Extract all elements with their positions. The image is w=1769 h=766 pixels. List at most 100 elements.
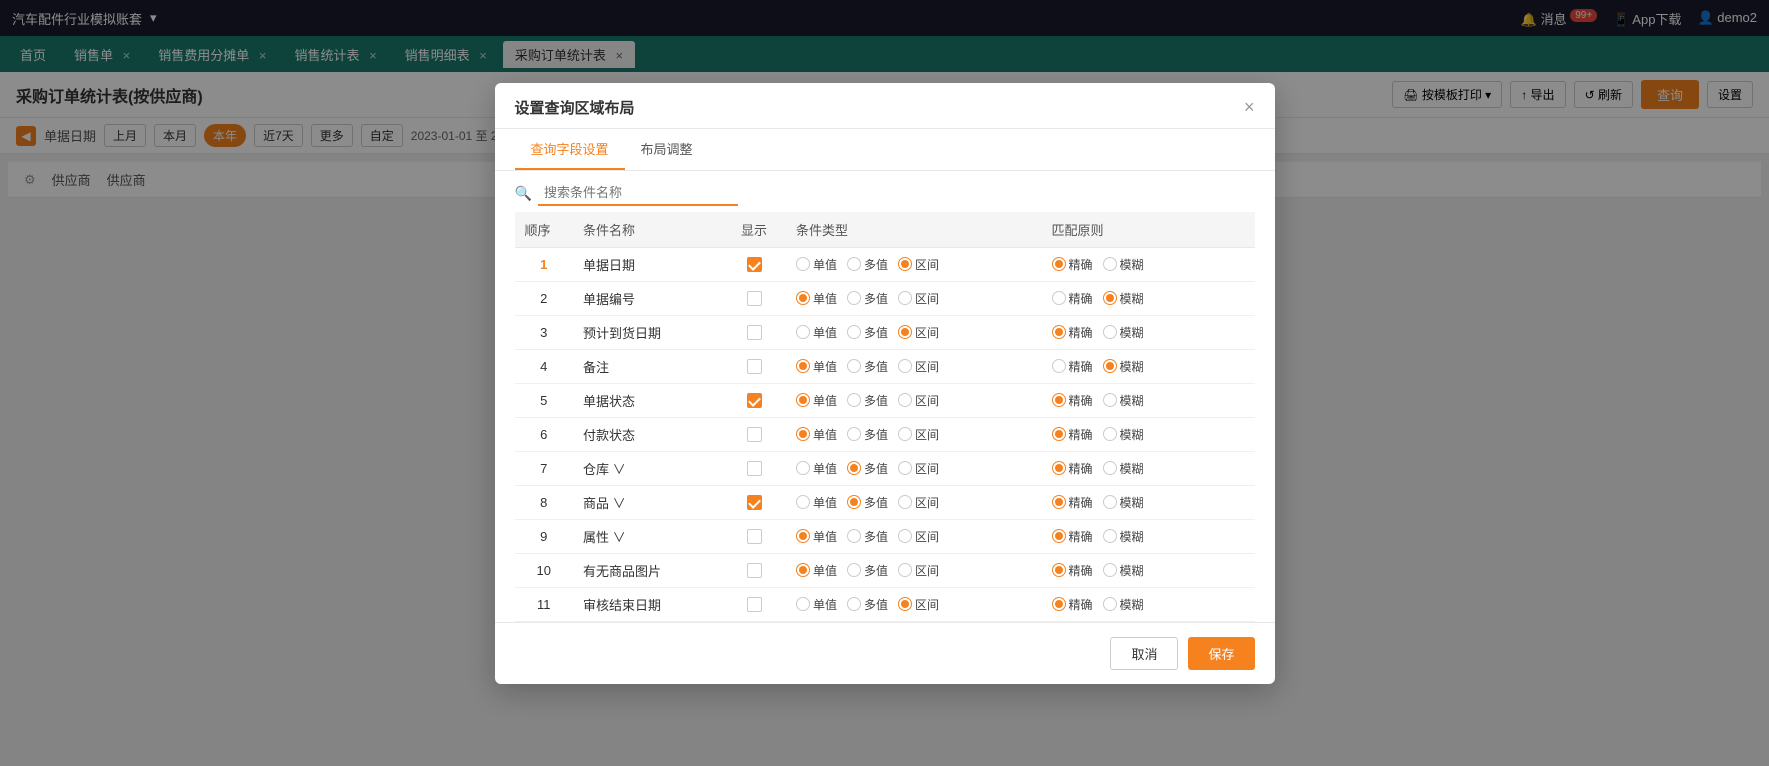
type-option-区间-1[interactable]: 区间	[898, 256, 939, 273]
show-checkbox-2[interactable]	[747, 291, 762, 306]
row-show-1[interactable]	[722, 247, 786, 281]
radio-单值-1[interactable]	[796, 257, 810, 271]
match-option-精确-8[interactable]: 精确	[1052, 494, 1093, 511]
radio-多值-7[interactable]	[847, 461, 861, 475]
type-option-区间-2[interactable]: 区间	[898, 290, 939, 307]
radio-区间-2[interactable]	[898, 291, 912, 305]
type-option-多值-7[interactable]: 多值	[847, 460, 888, 477]
radio-match-模糊-11[interactable]	[1103, 597, 1117, 611]
radio-match-精确-7[interactable]	[1052, 461, 1066, 475]
radio-多值-4[interactable]	[847, 359, 861, 373]
type-option-区间-8[interactable]: 区间	[898, 494, 939, 511]
show-checkbox-11[interactable]	[747, 597, 762, 612]
radio-match-模糊-4[interactable]	[1103, 359, 1117, 373]
radio-单值-3[interactable]	[796, 325, 810, 339]
radio-多值-5[interactable]	[847, 393, 861, 407]
match-option-精确-6[interactable]: 精确	[1052, 426, 1093, 443]
radio-match-模糊-10[interactable]	[1103, 563, 1117, 577]
radio-多值-11[interactable]	[847, 597, 861, 611]
type-option-多值-1[interactable]: 多值	[847, 256, 888, 273]
radio-单值-11[interactable]	[796, 597, 810, 611]
save-button[interactable]: 保存	[1188, 637, 1254, 670]
type-option-多值-3[interactable]: 多值	[847, 324, 888, 341]
radio-match-精确-1[interactable]	[1052, 257, 1066, 271]
dialog-close-button[interactable]: ×	[1244, 98, 1255, 116]
type-option-单值-6[interactable]: 单值	[796, 426, 837, 443]
radio-单值-5[interactable]	[796, 393, 810, 407]
row-show-2[interactable]	[722, 281, 786, 315]
dialog-tab-layout[interactable]: 布局调整	[625, 129, 709, 170]
radio-match-模糊-5[interactable]	[1103, 393, 1117, 407]
type-option-单值-9[interactable]: 单值	[796, 528, 837, 545]
type-option-多值-8[interactable]: 多值	[847, 494, 888, 511]
type-option-多值-4[interactable]: 多值	[847, 358, 888, 375]
type-option-区间-9[interactable]: 区间	[898, 528, 939, 545]
radio-多值-2[interactable]	[847, 291, 861, 305]
match-option-精确-3[interactable]: 精确	[1052, 324, 1093, 341]
type-option-单值-4[interactable]: 单值	[796, 358, 837, 375]
radio-match-精确-4[interactable]	[1052, 359, 1066, 373]
match-option-精确-1[interactable]: 精确	[1052, 256, 1093, 273]
type-option-区间-7[interactable]: 区间	[898, 460, 939, 477]
type-option-多值-9[interactable]: 多值	[847, 528, 888, 545]
radio-match-模糊-3[interactable]	[1103, 325, 1117, 339]
type-option-多值-10[interactable]: 多值	[847, 562, 888, 579]
radio-区间-5[interactable]	[898, 393, 912, 407]
type-option-区间-3[interactable]: 区间	[898, 324, 939, 341]
match-option-模糊-7[interactable]: 模糊	[1103, 460, 1144, 477]
row-show-11[interactable]	[722, 587, 786, 621]
match-option-模糊-3[interactable]: 模糊	[1103, 324, 1144, 341]
row-show-9[interactable]	[722, 519, 786, 553]
type-option-区间-5[interactable]: 区间	[898, 392, 939, 409]
radio-match-模糊-8[interactable]	[1103, 495, 1117, 509]
match-option-精确-5[interactable]: 精确	[1052, 392, 1093, 409]
show-checkbox-8[interactable]	[747, 495, 762, 510]
row-show-5[interactable]	[722, 383, 786, 417]
radio-多值-9[interactable]	[847, 529, 861, 543]
type-option-单值-3[interactable]: 单值	[796, 324, 837, 341]
type-option-多值-11[interactable]: 多值	[847, 596, 888, 613]
match-option-精确-10[interactable]: 精确	[1052, 562, 1093, 579]
radio-单值-7[interactable]	[796, 461, 810, 475]
row-show-8[interactable]	[722, 485, 786, 519]
type-option-多值-2[interactable]: 多值	[847, 290, 888, 307]
show-checkbox-5[interactable]	[747, 393, 762, 408]
match-option-模糊-11[interactable]: 模糊	[1103, 596, 1144, 613]
type-option-区间-6[interactable]: 区间	[898, 426, 939, 443]
row-show-10[interactable]	[722, 553, 786, 587]
match-option-模糊-5[interactable]: 模糊	[1103, 392, 1144, 409]
type-option-单值-8[interactable]: 单值	[796, 494, 837, 511]
type-option-单值-11[interactable]: 单值	[796, 596, 837, 613]
search-input[interactable]	[538, 181, 738, 206]
match-option-模糊-10[interactable]: 模糊	[1103, 562, 1144, 579]
radio-match-模糊-2[interactable]	[1103, 291, 1117, 305]
type-option-单值-7[interactable]: 单值	[796, 460, 837, 477]
radio-match-精确-11[interactable]	[1052, 597, 1066, 611]
row-show-7[interactable]	[722, 451, 786, 485]
match-option-模糊-4[interactable]: 模糊	[1103, 358, 1144, 375]
dialog-tab-query-settings[interactable]: 查询字段设置	[515, 129, 625, 170]
radio-单值-6[interactable]	[796, 427, 810, 441]
radio-多值-3[interactable]	[847, 325, 861, 339]
radio-区间-3[interactable]	[898, 325, 912, 339]
radio-match-精确-6[interactable]	[1052, 427, 1066, 441]
radio-单值-2[interactable]	[796, 291, 810, 305]
radio-单值-8[interactable]	[796, 495, 810, 509]
row-show-6[interactable]	[722, 417, 786, 451]
radio-match-精确-2[interactable]	[1052, 291, 1066, 305]
match-option-精确-7[interactable]: 精确	[1052, 460, 1093, 477]
radio-多值-10[interactable]	[847, 563, 861, 577]
type-option-单值-1[interactable]: 单值	[796, 256, 837, 273]
type-option-多值-6[interactable]: 多值	[847, 426, 888, 443]
radio-match-精确-10[interactable]	[1052, 563, 1066, 577]
radio-区间-8[interactable]	[898, 495, 912, 509]
radio-区间-7[interactable]	[898, 461, 912, 475]
radio-区间-9[interactable]	[898, 529, 912, 543]
show-checkbox-7[interactable]	[747, 461, 762, 476]
type-option-多值-5[interactable]: 多值	[847, 392, 888, 409]
match-option-精确-11[interactable]: 精确	[1052, 596, 1093, 613]
cancel-button[interactable]: 取消	[1110, 637, 1178, 670]
show-checkbox-1[interactable]	[747, 257, 762, 272]
match-option-模糊-9[interactable]: 模糊	[1103, 528, 1144, 545]
radio-多值-6[interactable]	[847, 427, 861, 441]
